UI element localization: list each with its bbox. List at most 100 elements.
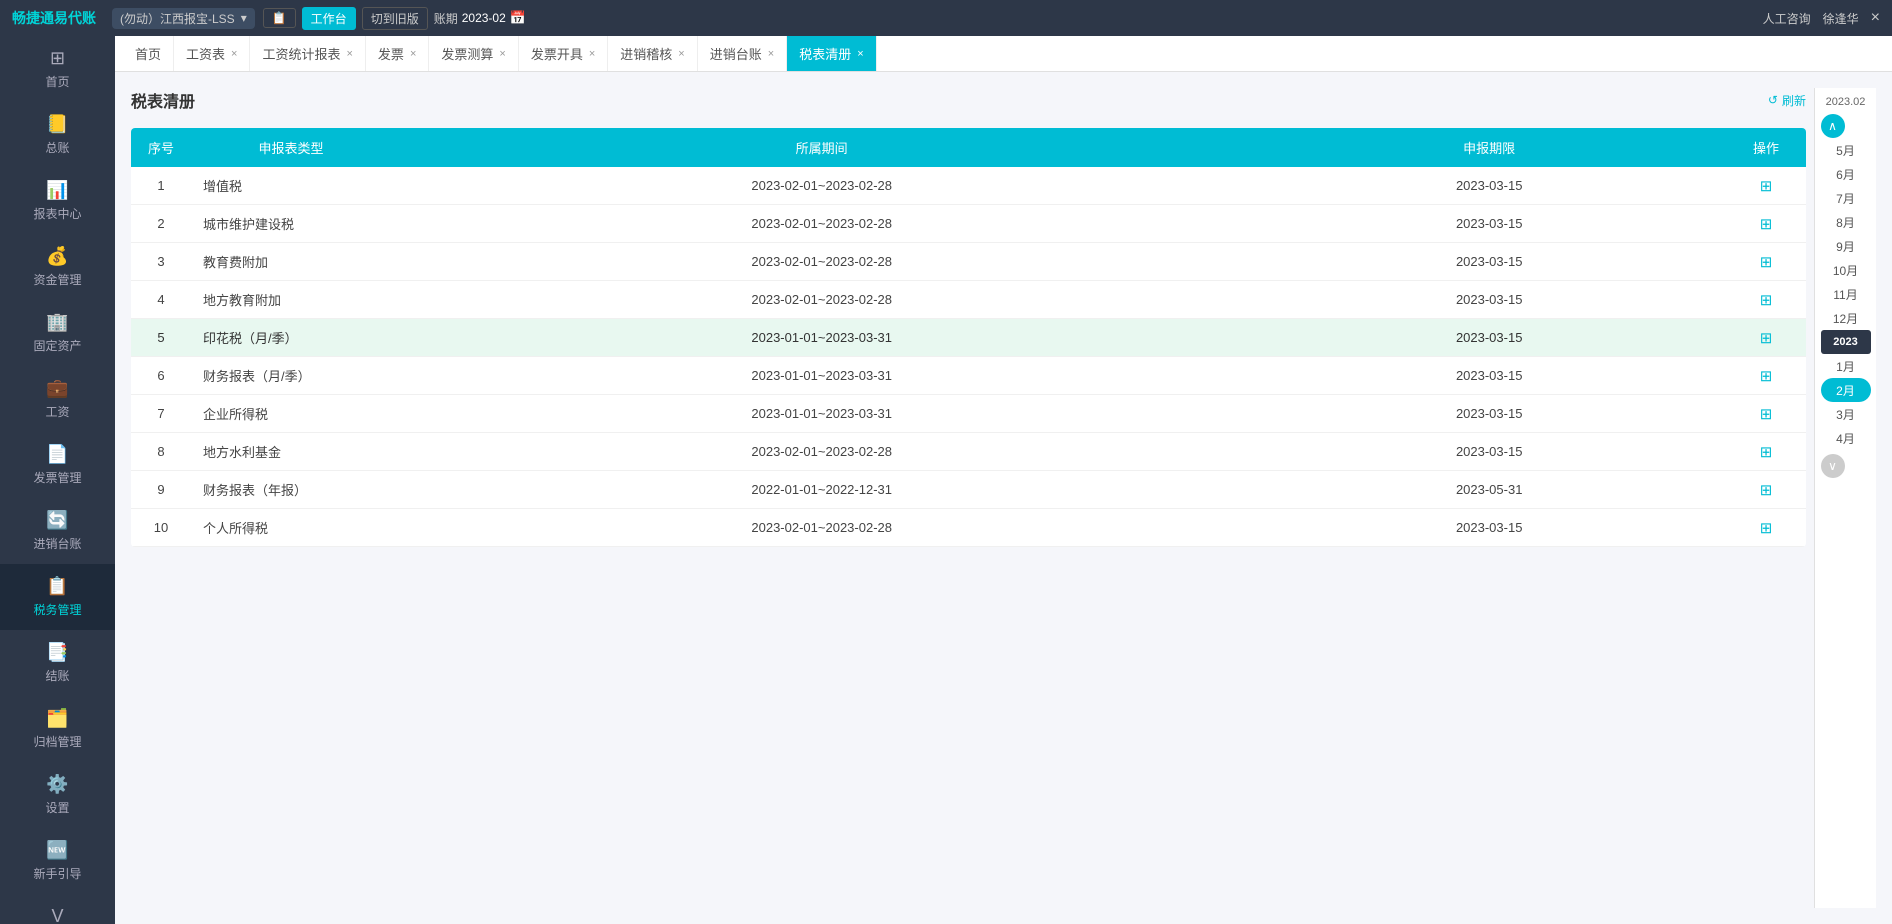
month-11月[interactable]: 11月 (1821, 282, 1871, 306)
sidebar-label-tax: 税务管理 (33, 601, 81, 618)
ai-consult[interactable]: 人工咨询 (1763, 10, 1811, 27)
table-row: 3 教育费附加 2023-02-01~2023-02-28 2023-03-15… (131, 243, 1806, 281)
sidebar-item-home[interactable]: ⊞首页 (0, 36, 115, 102)
tab-close-payroll[interactable]: × (231, 48, 237, 60)
view-icon[interactable]: ⊞ (1760, 482, 1773, 499)
company-selector[interactable]: (勿动）江西报宝-LSS ▾ (112, 8, 255, 29)
month-10月[interactable]: 10月 (1821, 258, 1871, 282)
month-12月[interactable]: 12月 (1821, 306, 1871, 330)
view-icon[interactable]: ⊞ (1760, 368, 1773, 385)
tab-home[interactable]: 首页 (123, 36, 174, 72)
cell-type: 增值税 (191, 167, 391, 205)
cell-deadline: 2023-03-15 (1252, 319, 1726, 357)
sidebar-label-fund: 资金管理 (33, 271, 81, 288)
cell-action: ⊞ (1726, 243, 1806, 281)
cell-action: ⊞ (1726, 205, 1806, 243)
view-icon[interactable]: ⊞ (1760, 406, 1773, 423)
tab-invoice_open[interactable]: 发票开具× (519, 36, 608, 72)
tab-close-invoice_open[interactable]: × (589, 48, 595, 60)
month-5月[interactable]: 5月 (1821, 138, 1871, 162)
month-2023-4月[interactable]: 4月 (1821, 426, 1871, 450)
col-action: 操作 (1726, 128, 1806, 167)
tab-close-invoice_calc[interactable]: × (499, 48, 505, 60)
cell-deadline: 2023-03-15 (1252, 509, 1726, 547)
period-label: 账期 (434, 10, 458, 27)
sidebar-item-member[interactable]: V畅会员 (0, 894, 115, 924)
cell-no: 7 (131, 395, 191, 433)
sidebar-label-guide: 新手引导 (33, 865, 81, 882)
cell-type: 地方水利基金 (191, 433, 391, 471)
workspace-button[interactable]: 工作台 (302, 7, 356, 30)
cell-deadline: 2023-03-15 (1252, 357, 1726, 395)
refresh-button[interactable]: ↺ 刷新 (1768, 92, 1806, 109)
tab-close-purchase_ledger[interactable]: × (768, 48, 774, 60)
cell-period: 2023-02-01~2023-02-28 (391, 509, 1252, 547)
tab-purchase_check[interactable]: 进销稽核× (608, 36, 697, 72)
cell-action: ⊞ (1726, 509, 1806, 547)
cell-action: ⊞ (1726, 319, 1806, 357)
sidebar-item-asset[interactable]: 🏢固定资产 (0, 300, 115, 366)
sidebar-item-archive[interactable]: 🗂️归档管理 (0, 696, 115, 762)
month-7月[interactable]: 7月 (1821, 186, 1871, 210)
cell-no: 9 (131, 471, 191, 509)
calendar-icon[interactable]: 📅 (510, 10, 526, 26)
copy-button[interactable]: 📋 (263, 8, 296, 28)
view-icon[interactable]: ⊞ (1760, 216, 1773, 233)
tab-close-tax_clearance[interactable]: × (857, 48, 863, 60)
page-title: 税表清册 (131, 88, 195, 112)
month-2023-2月[interactable]: 2月 (1821, 378, 1871, 402)
sidebar-label-purchase: 进销台账 (33, 535, 81, 552)
view-icon[interactable]: ⊞ (1760, 330, 1773, 347)
sidebar-item-wage[interactable]: 💼工资 (0, 366, 115, 432)
main-panel: 税表清册 ↺ 刷新 序号 申报表类型 所属期间 申报期限 操作 (131, 88, 1806, 908)
tab-payroll_report[interactable]: 工资统计报表 × (250, 36, 365, 72)
sidebar-label-ledger: 总账 (45, 139, 69, 156)
sidebar-label-report: 报表中心 (33, 205, 81, 222)
month-8月[interactable]: 8月 (1821, 210, 1871, 234)
tab-close-purchase_check[interactable]: × (678, 48, 684, 60)
tab-close-invoice[interactable]: × (410, 48, 416, 60)
sidebar-item-purchase[interactable]: 🔄进销台账 (0, 498, 115, 564)
view-icon[interactable]: ⊞ (1760, 444, 1773, 461)
calendar-panel: 2023.02 ∧5月6月7月8月9月10月11月12月20231月2月3月4月… (1814, 88, 1876, 908)
cell-action: ⊞ (1726, 167, 1806, 205)
sidebar-label-home: 首页 (45, 73, 69, 90)
tab-tax_clearance[interactable]: 税表清册 × (787, 36, 876, 72)
tab-label-tax_clearance: 税表清册 (799, 44, 851, 63)
month-2023-3月[interactable]: 3月 (1821, 402, 1871, 426)
sidebar-item-tax[interactable]: 📋税务管理 (0, 564, 115, 630)
cell-period: 2023-02-01~2023-02-28 (391, 281, 1252, 319)
sidebar-item-settings[interactable]: ⚙️设置 (0, 762, 115, 828)
cell-period: 2023-01-01~2023-03-31 (391, 357, 1252, 395)
sidebar-item-guide[interactable]: 🆕 新手引导 (0, 828, 115, 894)
cell-action: ⊞ (1726, 433, 1806, 471)
view-icon[interactable]: ⊞ (1760, 254, 1773, 271)
sidebar-item-fund[interactable]: 💰资金管理 (0, 234, 115, 300)
tab-purchase_ledger[interactable]: 进销台账× (698, 36, 787, 72)
tab-invoice[interactable]: 发票× (366, 36, 429, 72)
user-name[interactable]: 徐逢华 (1823, 10, 1859, 27)
tab-close-payroll_report[interactable]: × (346, 48, 352, 60)
calendar-scroll-up[interactable]: ∧ (1821, 114, 1845, 138)
sidebar-item-invoice[interactable]: 📄发票管理 (0, 432, 115, 498)
tab-label-payroll_report: 工资统计报表 (262, 44, 340, 63)
sidebar-label-wage: 工资 (45, 403, 69, 420)
sidebar-item-ledger[interactable]: 📒总账 (0, 102, 115, 168)
tab-invoice_calc[interactable]: 发票测算× (429, 36, 518, 72)
guide-icon: 🆕 (46, 840, 68, 861)
cell-action: ⊞ (1726, 471, 1806, 509)
month-2023-1月[interactable]: 1月 (1821, 354, 1871, 378)
month-9月[interactable]: 9月 (1821, 234, 1871, 258)
view-icon[interactable]: ⊞ (1760, 178, 1773, 195)
switch-old-button[interactable]: 切到旧版 (362, 7, 428, 30)
sidebar-label-asset: 固定资产 (33, 337, 81, 354)
month-6月[interactable]: 6月 (1821, 162, 1871, 186)
calendar-scroll-down[interactable]: ∨ (1821, 454, 1845, 478)
view-icon[interactable]: ⊞ (1760, 292, 1773, 309)
close-window-icon[interactable]: × (1871, 9, 1880, 27)
sidebar-item-report[interactable]: 📊报表中心 (0, 168, 115, 234)
cell-no: 3 (131, 243, 191, 281)
view-icon[interactable]: ⊞ (1760, 520, 1773, 537)
tab-payroll[interactable]: 工资表× (174, 36, 250, 72)
sidebar-item-settlement[interactable]: 📑结账 (0, 630, 115, 696)
